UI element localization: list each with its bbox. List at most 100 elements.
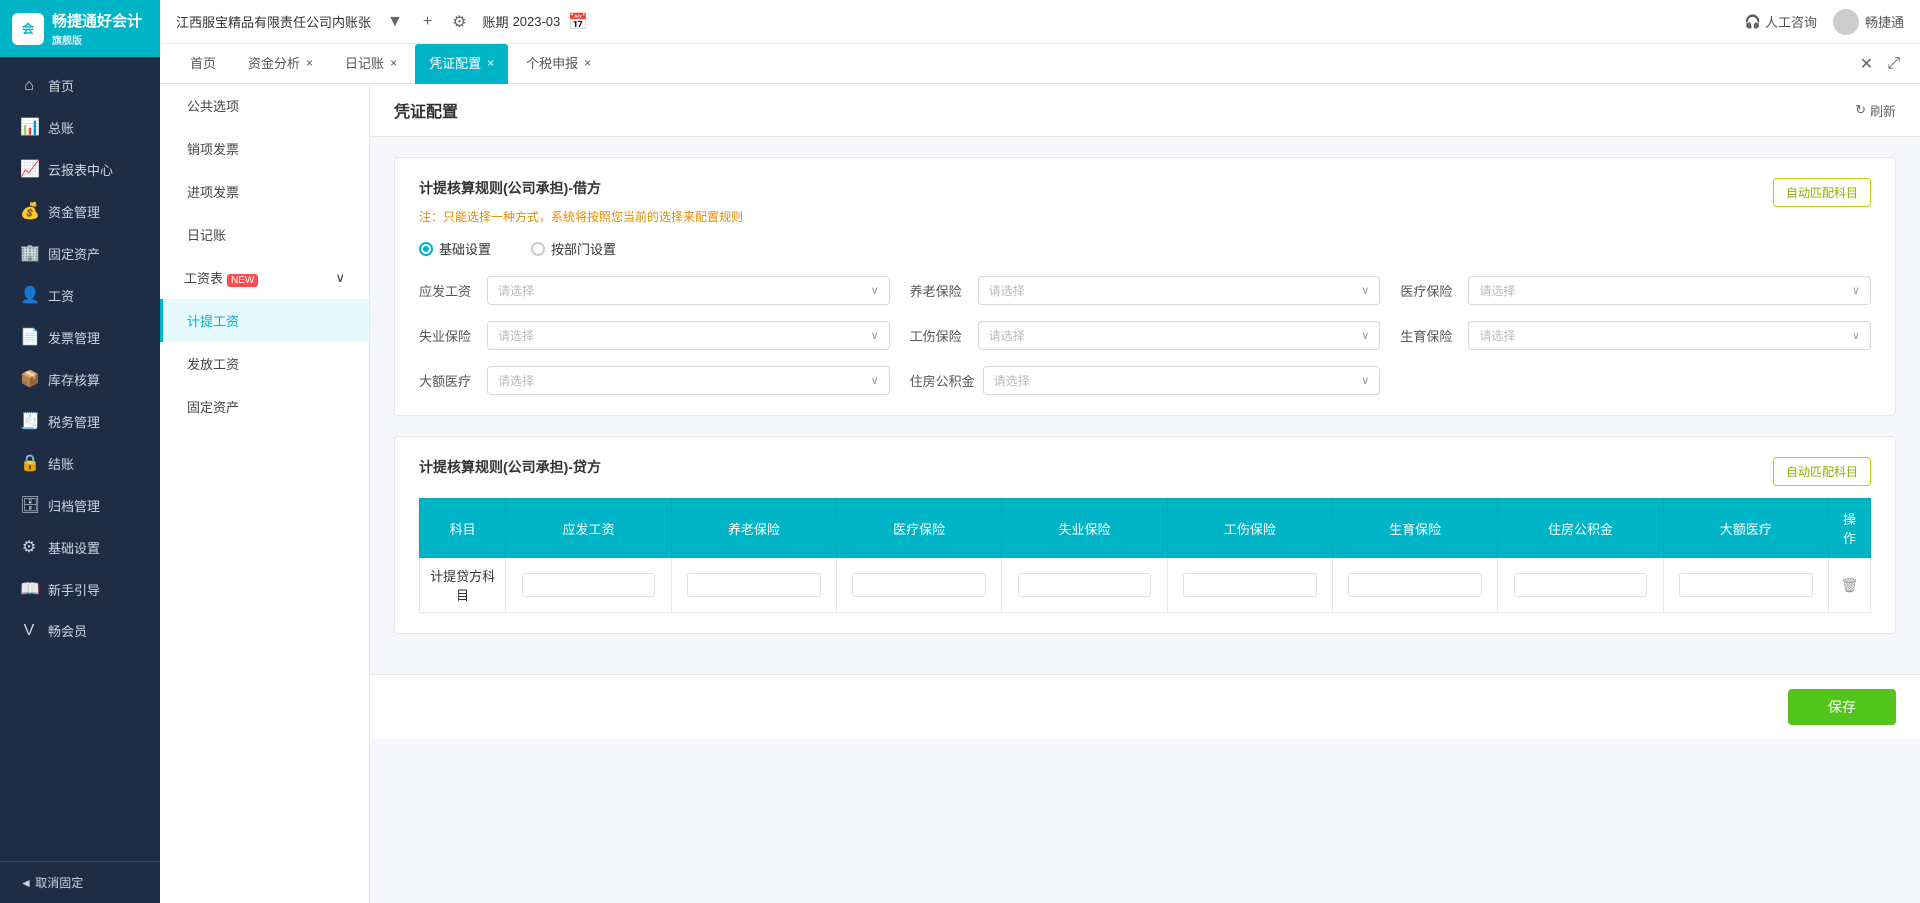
row-input-1[interactable] — [687, 573, 820, 597]
content-wrapper: 公共选项销项发票进项发票日记账工资表NEW∨计提工资发放工资固定资产 凭证配置 … — [160, 84, 1920, 903]
field-select-pension[interactable]: 请选择 ∨ — [978, 276, 1381, 305]
col-header-失业保险: 失业保险 — [1002, 499, 1167, 558]
tab-close-funds[interactable]: × — [306, 56, 313, 70]
tab-close-journal[interactable]: × — [390, 56, 397, 70]
left-menu-sales[interactable]: 销项发票 — [160, 127, 369, 170]
sidebar-item-invoice[interactable]: 📄发票管理 — [0, 316, 160, 358]
refresh-button[interactable]: ↻ 刷新 — [1855, 101, 1896, 120]
row-input-4[interactable] — [1183, 573, 1316, 597]
username: 畅捷通 — [1865, 12, 1904, 31]
row-cell-3[interactable] — [1002, 558, 1167, 613]
tab-home[interactable]: 首页 — [176, 44, 230, 84]
debit-form-grid: 应发工资 请选择 ∨ 养老保险 请选择 ∨ 医疗保险 请选择 ∨ 失业保险 请选… — [419, 276, 1871, 395]
support-button[interactable]: 🎧 人工咨询 — [1745, 12, 1817, 31]
sidebar-item-funds[interactable]: 💰资金管理 — [0, 190, 160, 232]
save-button[interactable]: 保存 — [1788, 689, 1896, 725]
settings-button[interactable]: ⚙ — [448, 8, 470, 36]
row-cell-5[interactable] — [1332, 558, 1497, 613]
row-input-6[interactable] — [1514, 573, 1647, 597]
left-menu-purchase[interactable]: 进项发票 — [160, 170, 369, 213]
row-subject: 计提贷方科目 — [420, 558, 506, 613]
sidebar-item-archive[interactable]: 🗄归档管理 — [0, 484, 160, 526]
row-cell-4[interactable] — [1167, 558, 1332, 613]
field-label-maternity: 生育保险 — [1400, 326, 1460, 345]
sidebar-item-closing[interactable]: 🔒结账 — [0, 442, 160, 484]
chevron-icon: ∨ — [871, 329, 879, 342]
row-input-7[interactable] — [1679, 573, 1812, 597]
expand-button[interactable]: ⤢ — [1883, 50, 1904, 78]
tab-close-tax[interactable]: × — [584, 56, 591, 70]
left-menu-payroll_pay[interactable]: 发放工资 — [160, 342, 369, 385]
tab-tax[interactable]: 个税申报× — [512, 44, 605, 84]
radio-dept[interactable]: 按部门设置 — [531, 239, 616, 258]
sidebar-item-assets[interactable]: 🏢固定资产 — [0, 232, 160, 274]
sidebar: 会 畅捷通好会计 旗舰版 ⌂首页📊总账📈云报表中心💰资金管理🏢固定资产👤工资📄发… — [0, 0, 160, 903]
sidebar-icon-funds: 💰 — [20, 201, 38, 221]
company-name: 江西服宝精品有限责任公司内账张 — [176, 12, 371, 31]
company-dropdown-button[interactable]: ▼ — [383, 9, 407, 35]
sidebar-icon-archive: 🗄 — [20, 495, 38, 515]
left-menu-payroll_table[interactable]: 工资表NEW∨ — [160, 256, 369, 299]
close-tab-button[interactable]: ✕ — [1856, 50, 1877, 78]
row-cell-7[interactable] — [1663, 558, 1828, 613]
row-cell-1[interactable] — [671, 558, 836, 613]
chevron-icon: ∨ — [1361, 329, 1369, 342]
row-cell-0[interactable] — [506, 558, 671, 613]
field-select-work_injury[interactable]: 请选择 ∨ — [978, 321, 1381, 350]
sidebar-icon-home: ⌂ — [20, 77, 38, 95]
field-select-payroll[interactable]: 请选择 ∨ — [487, 276, 890, 305]
cancel-fixed-button[interactable]: ◄ 取消固定 — [0, 861, 160, 903]
row-operation[interactable]: 🗑 — [1828, 558, 1870, 613]
calendar-button[interactable]: 📅 — [564, 8, 592, 36]
left-menu-public[interactable]: 公共选项 — [160, 84, 369, 127]
sidebar-item-reports[interactable]: 📈云报表中心 — [0, 148, 160, 190]
field-label-work_injury: 工伤保险 — [910, 326, 970, 345]
user-info: 畅捷通 — [1833, 9, 1904, 35]
radio-basic[interactable]: 基础设置 — [419, 239, 491, 258]
field-select-large_medical[interactable]: 请选择 ∨ — [487, 366, 890, 395]
sidebar-icon-assets: 🏢 — [20, 243, 38, 263]
debit-section-header: 计提核算规则(公司承担)-借方 注：只能选择一种方式，系统将按照您当前的选择来配… — [419, 178, 1871, 239]
debit-radio-group: 基础设置 按部门设置 — [419, 239, 1871, 258]
sidebar-icon-reports: 📈 — [20, 159, 38, 179]
left-menu-fixed_assets[interactable]: 固定资产 — [160, 385, 369, 428]
debit-field-large_medical: 大额医疗 请选择 ∨ — [419, 366, 890, 395]
col-header-养老保险: 养老保险 — [671, 499, 836, 558]
row-cell-2[interactable] — [837, 558, 1002, 613]
top-bar: 江西服宝精品有限责任公司内账张 ▼ + ⚙ 账期 2023-03 📅 🎧 人工咨… — [160, 0, 1920, 44]
credit-auto-match-button[interactable]: 自动匹配科目 — [1773, 457, 1871, 486]
col-header-应发工资: 应发工资 — [506, 499, 671, 558]
debit-field-payroll: 应发工资 请选择 ∨ — [419, 276, 890, 305]
add-button[interactable]: + — [419, 9, 436, 35]
tab-funds[interactable]: 资金分析× — [234, 44, 327, 84]
field-select-maternity[interactable]: 请选择 ∨ — [1468, 321, 1871, 350]
tab-journal[interactable]: 日记账× — [331, 44, 411, 84]
sidebar-item-settings[interactable]: ⚙基础设置 — [0, 526, 160, 568]
debit-auto-match-button[interactable]: 自动匹配科目 — [1773, 178, 1871, 207]
radio-basic-dot — [419, 242, 433, 256]
tab-bar-right: ✕ ⤢ — [1856, 50, 1904, 78]
row-input-0[interactable] — [522, 573, 655, 597]
tab-voucher[interactable]: 凭证配置× — [415, 44, 508, 84]
col-header-科目: 科目 — [420, 499, 506, 558]
sidebar-item-tax[interactable]: 🧾税务管理 — [0, 400, 160, 442]
row-input-3[interactable] — [1018, 573, 1151, 597]
sidebar-item-vip[interactable]: V畅会员 — [0, 610, 160, 651]
field-select-housing_fund[interactable]: 请选择 ∨ — [983, 366, 1381, 395]
sidebar-item-ledger[interactable]: 📊总账 — [0, 106, 160, 148]
sidebar-item-home[interactable]: ⌂首页 — [0, 65, 160, 106]
sidebar-item-inventory[interactable]: 📦库存核算 — [0, 358, 160, 400]
row-input-5[interactable] — [1348, 573, 1481, 597]
tab-close-voucher[interactable]: × — [487, 56, 494, 70]
right-content[interactable]: 凭证配置 ↻ 刷新 计提核算规则(公司承担)-借方 注：只能选择一种方式，系统将… — [370, 84, 1920, 903]
row-input-2[interactable] — [852, 573, 985, 597]
row-cell-6[interactable] — [1498, 558, 1663, 613]
field-select-unemployment[interactable]: 请选择 ∨ — [487, 321, 890, 350]
left-menu-journal[interactable]: 日记账 — [160, 213, 369, 256]
sidebar-item-salary[interactable]: 👤工资 — [0, 274, 160, 316]
sidebar-item-guide[interactable]: 📖新手引导 — [0, 568, 160, 610]
field-select-medical[interactable]: 请选择 ∨ — [1468, 276, 1871, 305]
left-menu-payroll_calc[interactable]: 计提工资 — [160, 299, 369, 342]
delete-icon[interactable]: 🗑 — [1841, 577, 1859, 593]
credit-title: 计提核算规则(公司承担)-贷方 — [419, 457, 601, 477]
